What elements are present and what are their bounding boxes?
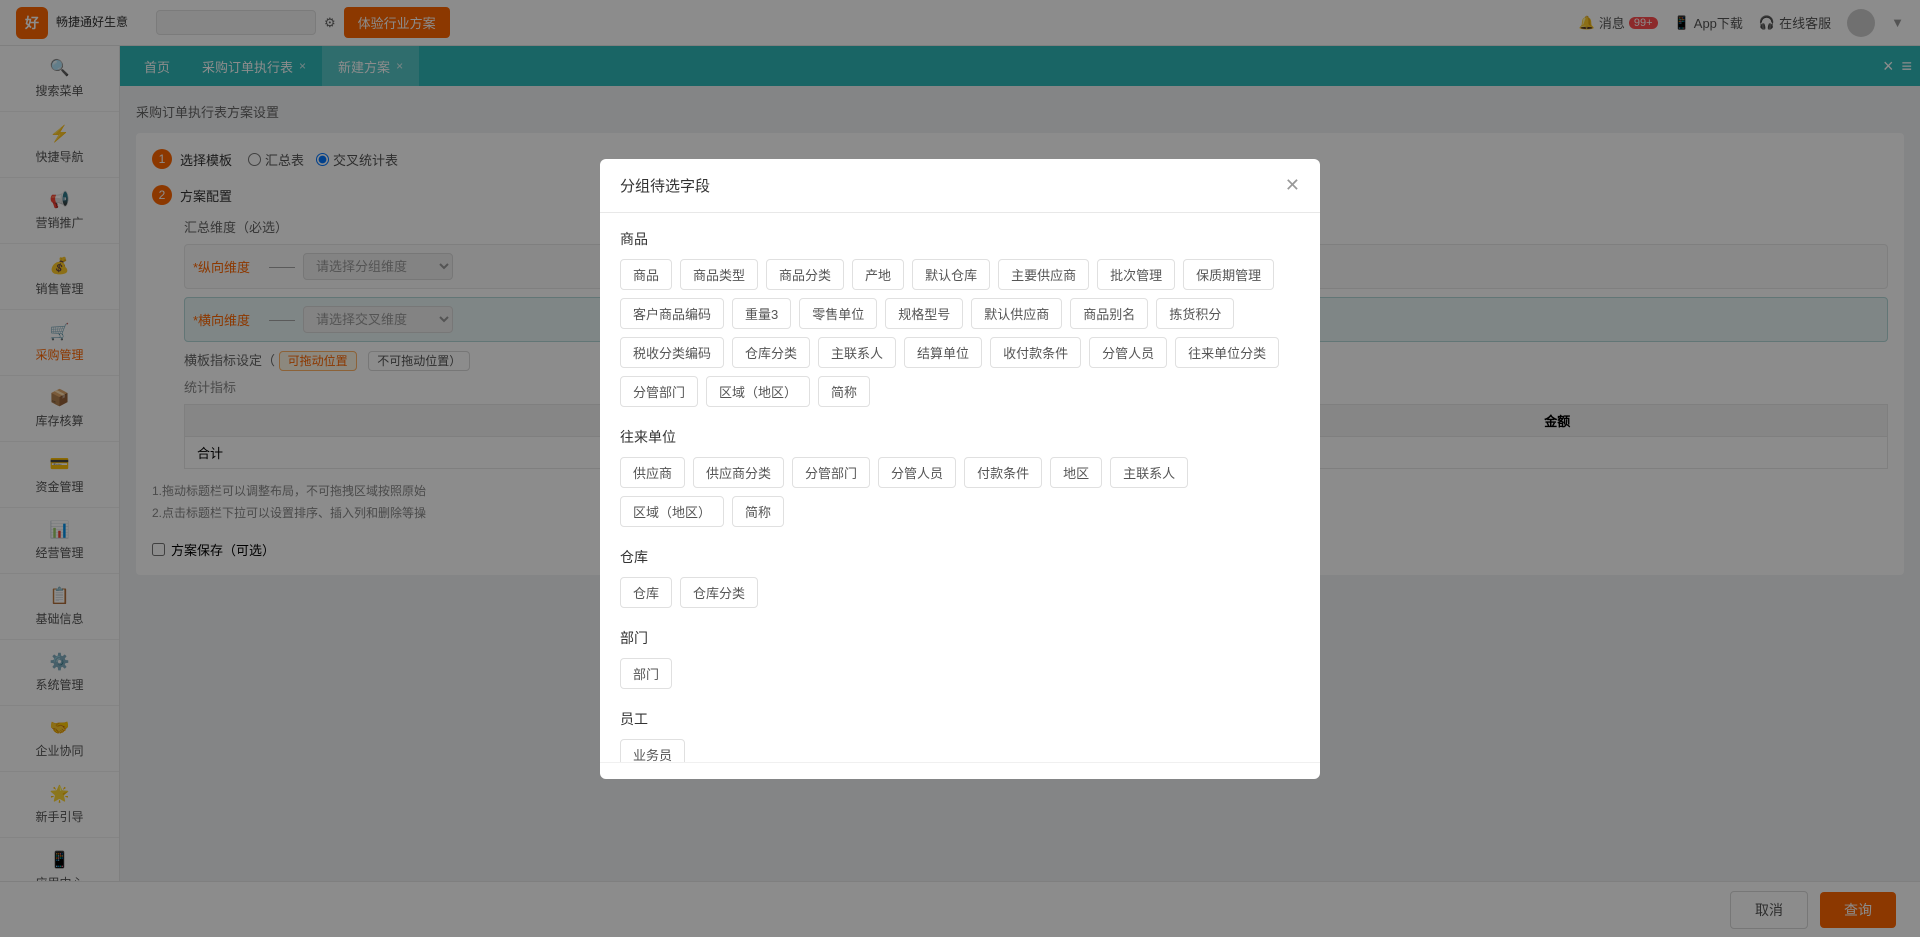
- field-tag[interactable]: 主联系人: [1110, 457, 1188, 488]
- field-tags-warehouse: 仓库 仓库分类: [620, 577, 1300, 608]
- field-tag[interactable]: 业务员: [620, 739, 685, 762]
- field-tag[interactable]: 收付款条件: [990, 337, 1081, 368]
- field-section-employee: 员工 业务员: [620, 709, 1300, 762]
- field-tag[interactable]: 默认仓库: [912, 259, 990, 290]
- field-tag[interactable]: 仓库: [620, 577, 672, 608]
- modal-hscroll[interactable]: [600, 762, 1320, 779]
- field-tag[interactable]: 保质期管理: [1183, 259, 1274, 290]
- modal-overlay: 分组待选字段 ✕ 商品 商品 商品类型 商品分类 产地 默认仓库 主要供应商 批…: [0, 0, 1920, 937]
- field-tag[interactable]: 供应商分类: [693, 457, 784, 488]
- field-section-warehouse: 仓库 仓库 仓库分类: [620, 547, 1300, 608]
- section-title-employee: 员工: [620, 709, 1300, 729]
- field-tag[interactable]: 默认供应商: [971, 298, 1062, 329]
- field-tag[interactable]: 简称: [732, 496, 784, 527]
- field-section-department: 部门 部门: [620, 628, 1300, 689]
- field-tag[interactable]: 分管人员: [1089, 337, 1167, 368]
- field-tags-partner: 供应商 供应商分类 分管部门 分管人员 付款条件 地区 主联系人 区域（地区） …: [620, 457, 1300, 527]
- field-tag[interactable]: 简称: [818, 376, 870, 407]
- field-tag[interactable]: 规格型号: [885, 298, 963, 329]
- field-tags-employee: 业务员: [620, 739, 1300, 762]
- field-tag[interactable]: 产地: [852, 259, 904, 290]
- field-tag[interactable]: 分管部门: [620, 376, 698, 407]
- field-tag[interactable]: 商品: [620, 259, 672, 290]
- modal: 分组待选字段 ✕ 商品 商品 商品类型 商品分类 产地 默认仓库 主要供应商 批…: [600, 159, 1320, 779]
- field-tag[interactable]: 商品类型: [680, 259, 758, 290]
- section-title-goods: 商品: [620, 229, 1300, 249]
- field-tag[interactable]: 往来单位分类: [1175, 337, 1279, 368]
- field-section-partner: 往来单位 供应商 供应商分类 分管部门 分管人员 付款条件 地区 主联系人 区域…: [620, 427, 1300, 527]
- field-tag[interactable]: 拣货积分: [1156, 298, 1234, 329]
- field-tag[interactable]: 地区: [1050, 457, 1102, 488]
- field-tags-department: 部门: [620, 658, 1300, 689]
- field-tag[interactable]: 税收分类编码: [620, 337, 724, 368]
- field-tag[interactable]: 区域（地区）: [706, 376, 810, 407]
- field-tag[interactable]: 仓库分类: [732, 337, 810, 368]
- modal-close-button[interactable]: ✕: [1285, 175, 1300, 196]
- field-tag[interactable]: 付款条件: [964, 457, 1042, 488]
- field-tag[interactable]: 供应商: [620, 457, 685, 488]
- field-tag[interactable]: 结算单位: [904, 337, 982, 368]
- field-tag[interactable]: 主要供应商: [998, 259, 1089, 290]
- field-tag[interactable]: 分管部门: [792, 457, 870, 488]
- field-tag[interactable]: 区域（地区）: [620, 496, 724, 527]
- modal-body: 商品 商品 商品类型 商品分类 产地 默认仓库 主要供应商 批次管理 保质期管理…: [600, 213, 1320, 762]
- field-tag[interactable]: 商品别名: [1070, 298, 1148, 329]
- field-tag[interactable]: 零售单位: [799, 298, 877, 329]
- field-tag[interactable]: 批次管理: [1097, 259, 1175, 290]
- field-tag[interactable]: 重量3: [732, 298, 791, 329]
- modal-title: 分组待选字段: [620, 175, 710, 196]
- field-tag[interactable]: 分管人员: [878, 457, 956, 488]
- field-tag[interactable]: 客户商品编码: [620, 298, 724, 329]
- field-tag[interactable]: 主联系人: [818, 337, 896, 368]
- field-tag[interactable]: 仓库分类: [680, 577, 758, 608]
- modal-header: 分组待选字段 ✕: [600, 159, 1320, 213]
- section-title-department: 部门: [620, 628, 1300, 648]
- section-title-warehouse: 仓库: [620, 547, 1300, 567]
- section-title-partner: 往来单位: [620, 427, 1300, 447]
- field-tags-goods: 商品 商品类型 商品分类 产地 默认仓库 主要供应商 批次管理 保质期管理 客户…: [620, 259, 1300, 407]
- field-section-goods: 商品 商品 商品类型 商品分类 产地 默认仓库 主要供应商 批次管理 保质期管理…: [620, 229, 1300, 407]
- field-tag[interactable]: 商品分类: [766, 259, 844, 290]
- field-tag[interactable]: 部门: [620, 658, 672, 689]
